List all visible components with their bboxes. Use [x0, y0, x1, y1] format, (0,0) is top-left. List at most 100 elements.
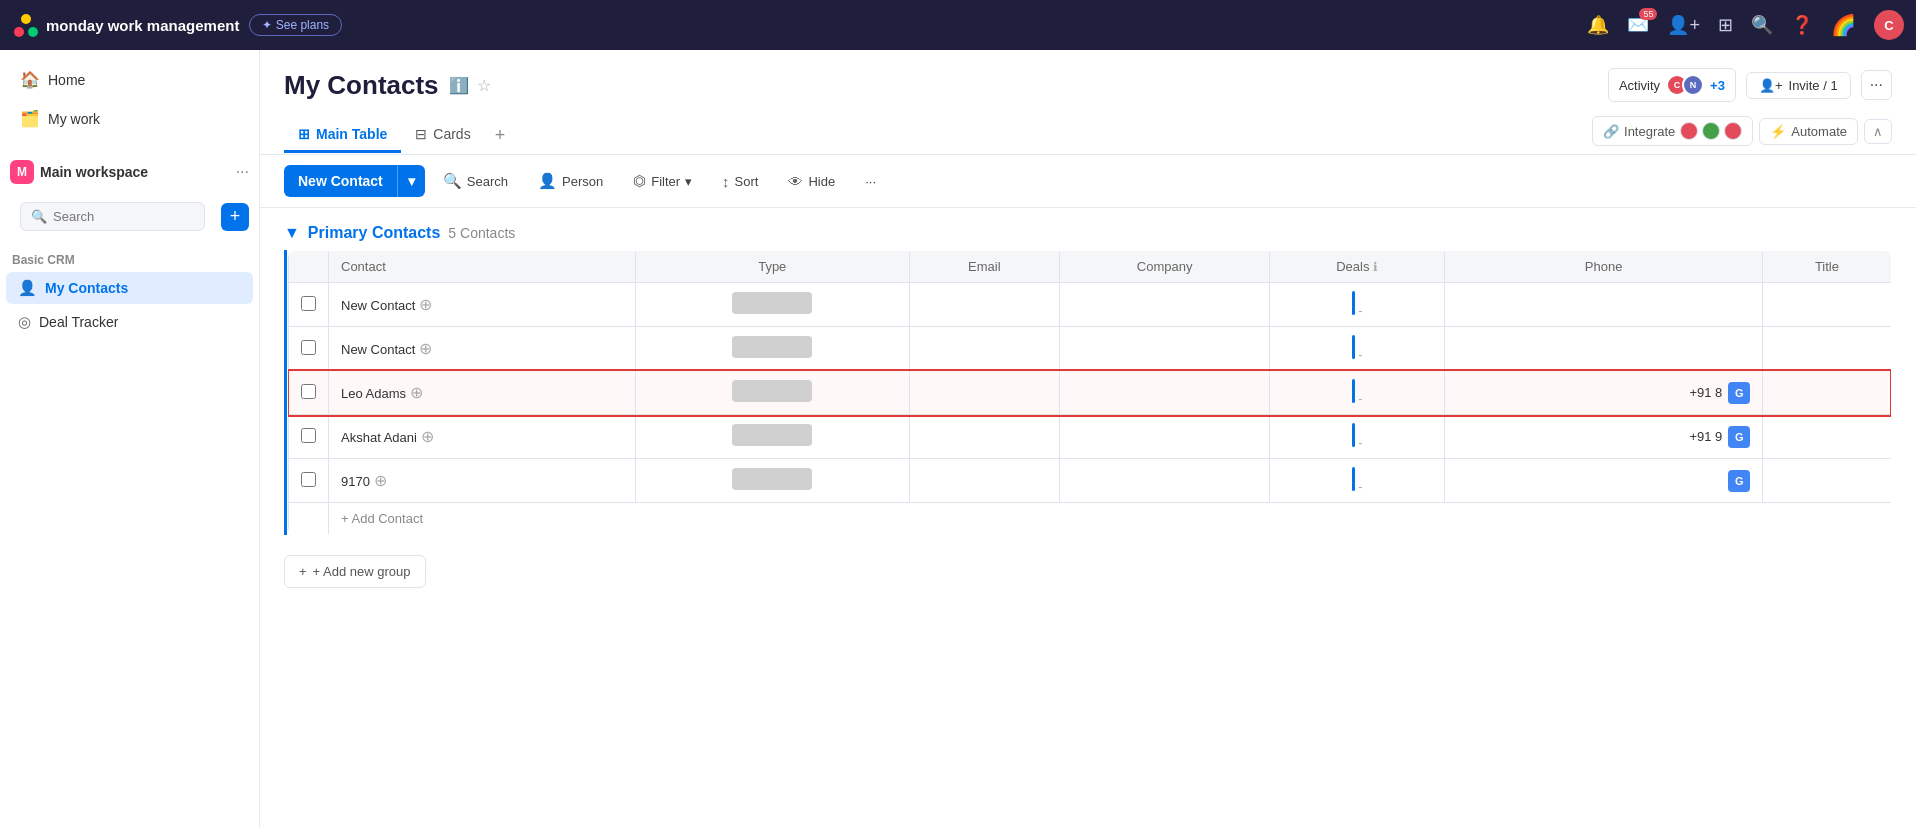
title-col-header: Title: [1763, 251, 1891, 283]
google-icon-4[interactable]: G: [1728, 426, 1750, 448]
deals-dash-2: -: [1358, 347, 1362, 362]
google-icon-3[interactable]: G: [1728, 382, 1750, 404]
type-badge-2: [732, 336, 812, 358]
logo[interactable]: monday work management: [12, 11, 239, 39]
integrate-label: Integrate: [1624, 124, 1675, 139]
user-avatar[interactable]: C: [1874, 10, 1904, 40]
add-group-button[interactable]: + + Add new group: [284, 555, 426, 588]
group-title[interactable]: Primary Contacts: [308, 224, 441, 242]
sidebar-my-work[interactable]: 🗂️ My work: [10, 101, 249, 136]
contacts-table: Contact Type Email Company Deals ℹ Phone…: [287, 250, 1892, 535]
row-checkbox-3[interactable]: [301, 384, 316, 399]
phone-number-3: +91 8: [1689, 385, 1722, 400]
link-icon: 🔗: [1603, 124, 1619, 139]
automate-label: Automate: [1791, 124, 1847, 139]
company-cell-5: [1059, 459, 1269, 503]
apps-icon[interactable]: ⊞: [1718, 14, 1733, 36]
star-icon[interactable]: ☆: [477, 76, 491, 95]
top-navigation: monday work management ✦ See plans 🔔 ✉️ …: [0, 0, 1916, 50]
contact-name-5: 9170: [341, 474, 370, 489]
invite-icon: 👤+: [1759, 78, 1783, 93]
workspace-name: Main workspace: [40, 164, 230, 180]
more-options-button[interactable]: ···: [1861, 70, 1892, 100]
add-contact-row[interactable]: + Add Contact: [288, 503, 1891, 535]
add-person-icon-4[interactable]: ⊕: [421, 428, 434, 445]
type-cell-4: [635, 415, 909, 459]
table-row: New Contact ⊕ -: [288, 283, 1891, 327]
email-cell-2: [909, 327, 1059, 371]
sidebar-item-deal-tracker[interactable]: ◎ Deal Tracker: [6, 306, 253, 338]
see-plans-button[interactable]: ✦ See plans: [249, 14, 342, 36]
google-icon-5[interactable]: G: [1728, 470, 1750, 492]
search-toolbar-button[interactable]: 🔍 Search: [431, 165, 520, 197]
type-badge-5: [732, 468, 812, 490]
row-checkbox-2[interactable]: [301, 340, 316, 355]
deals-dash-5: -: [1358, 479, 1362, 494]
invite-icon[interactable]: 👤+: [1667, 14, 1700, 36]
search-icon[interactable]: 🔍: [1751, 14, 1773, 36]
sidebar-search[interactable]: 🔍: [20, 202, 205, 231]
int-dot-2: [1702, 122, 1720, 140]
integrate-button[interactable]: 🔗 Integrate: [1592, 116, 1753, 146]
svg-point-1: [21, 14, 31, 24]
page-title-icons: ℹ️ ☆: [449, 76, 491, 95]
activity-count: +3: [1710, 78, 1725, 93]
invite-button[interactable]: 👤+ Invite / 1: [1746, 72, 1851, 99]
new-contact-dropdown-icon[interactable]: ▾: [397, 165, 425, 197]
header-right-actions: 🔗 Integrate ⚡ Automate ∧: [1592, 116, 1892, 154]
filter-button[interactable]: ⏣ Filter ▾: [621, 165, 704, 197]
person-button[interactable]: 👤 Person: [526, 165, 615, 197]
add-contact-label[interactable]: + Add Contact: [329, 503, 1892, 535]
title-cell-4: [1763, 415, 1891, 459]
sidebar-home[interactable]: 🏠 Home: [10, 62, 249, 97]
add-person-icon-3[interactable]: ⊕: [410, 384, 423, 401]
deals-bar-3: [1352, 379, 1355, 403]
tabs-and-actions: ⊞ Main Table ⊟ Cards + 🔗 Integrate: [284, 116, 1892, 154]
sidebar-add-button[interactable]: +: [221, 203, 249, 231]
tab-main-table[interactable]: ⊞ Main Table: [284, 118, 401, 153]
type-cell-5: [635, 459, 909, 503]
row-checkbox-1[interactable]: [301, 296, 316, 311]
sidebar-search-input[interactable]: [53, 209, 194, 224]
sidebar-top: 🏠 Home 🗂️ My work: [0, 50, 259, 148]
deals-bar-5: [1352, 467, 1355, 491]
hide-button[interactable]: 👁 Hide: [776, 166, 847, 197]
row-checkbox-4[interactable]: [301, 428, 316, 443]
inbox-badge: 55: [1639, 8, 1657, 20]
help-icon[interactable]: ❓: [1791, 14, 1813, 36]
phone-number-4: +91 9: [1689, 429, 1722, 444]
main-table-icon: ⊞: [298, 126, 310, 142]
automate-button[interactable]: ⚡ Automate: [1759, 118, 1858, 145]
phone-cell-4: +91 9 G: [1444, 415, 1762, 459]
deals-info-icon[interactable]: ℹ: [1373, 260, 1378, 274]
more-toolbar-button[interactable]: ···: [853, 167, 888, 196]
filter-icon: ⏣: [633, 172, 646, 190]
email-cell-3: [909, 371, 1059, 415]
top-nav-icons: 🔔 ✉️ 55 👤+ ⊞ 🔍 ❓ 🌈 C: [1587, 10, 1904, 40]
add-person-icon-5[interactable]: ⊕: [374, 472, 387, 489]
deals-bar-2: [1352, 335, 1355, 359]
deals-dash-3: -: [1358, 391, 1362, 406]
workspace-more-icon[interactable]: ···: [236, 163, 249, 181]
info-icon[interactable]: ℹ️: [449, 76, 469, 95]
inbox-icon[interactable]: ✉️ 55: [1627, 14, 1649, 36]
new-contact-label: New Contact: [284, 165, 397, 197]
tab-cards[interactable]: ⊟ Cards: [401, 118, 484, 153]
page-header-right: Activity C N +3 👤+ Invite / 1 ···: [1608, 68, 1892, 102]
group-collapse-icon[interactable]: ▼: [284, 224, 300, 242]
add-person-icon-1[interactable]: ⊕: [419, 296, 432, 313]
title-cell-2: [1763, 327, 1891, 371]
svg-point-2: [28, 27, 38, 37]
add-person-icon-2[interactable]: ⊕: [419, 340, 432, 357]
sort-button[interactable]: ↕ Sort: [710, 166, 770, 197]
deals-cell-3: -: [1270, 371, 1445, 415]
collapse-button[interactable]: ∧: [1864, 119, 1892, 144]
sidebar-workspace[interactable]: M Main workspace ···: [0, 152, 259, 192]
row-checkbox-5[interactable]: [301, 472, 316, 487]
email-cell-4: [909, 415, 1059, 459]
notifications-icon[interactable]: 🔔: [1587, 14, 1609, 36]
activity-button[interactable]: Activity C N +3: [1608, 68, 1736, 102]
sidebar-item-my-contacts[interactable]: 👤 My Contacts: [6, 272, 253, 304]
tab-add-button[interactable]: +: [485, 117, 516, 154]
new-contact-button[interactable]: New Contact ▾: [284, 165, 425, 197]
